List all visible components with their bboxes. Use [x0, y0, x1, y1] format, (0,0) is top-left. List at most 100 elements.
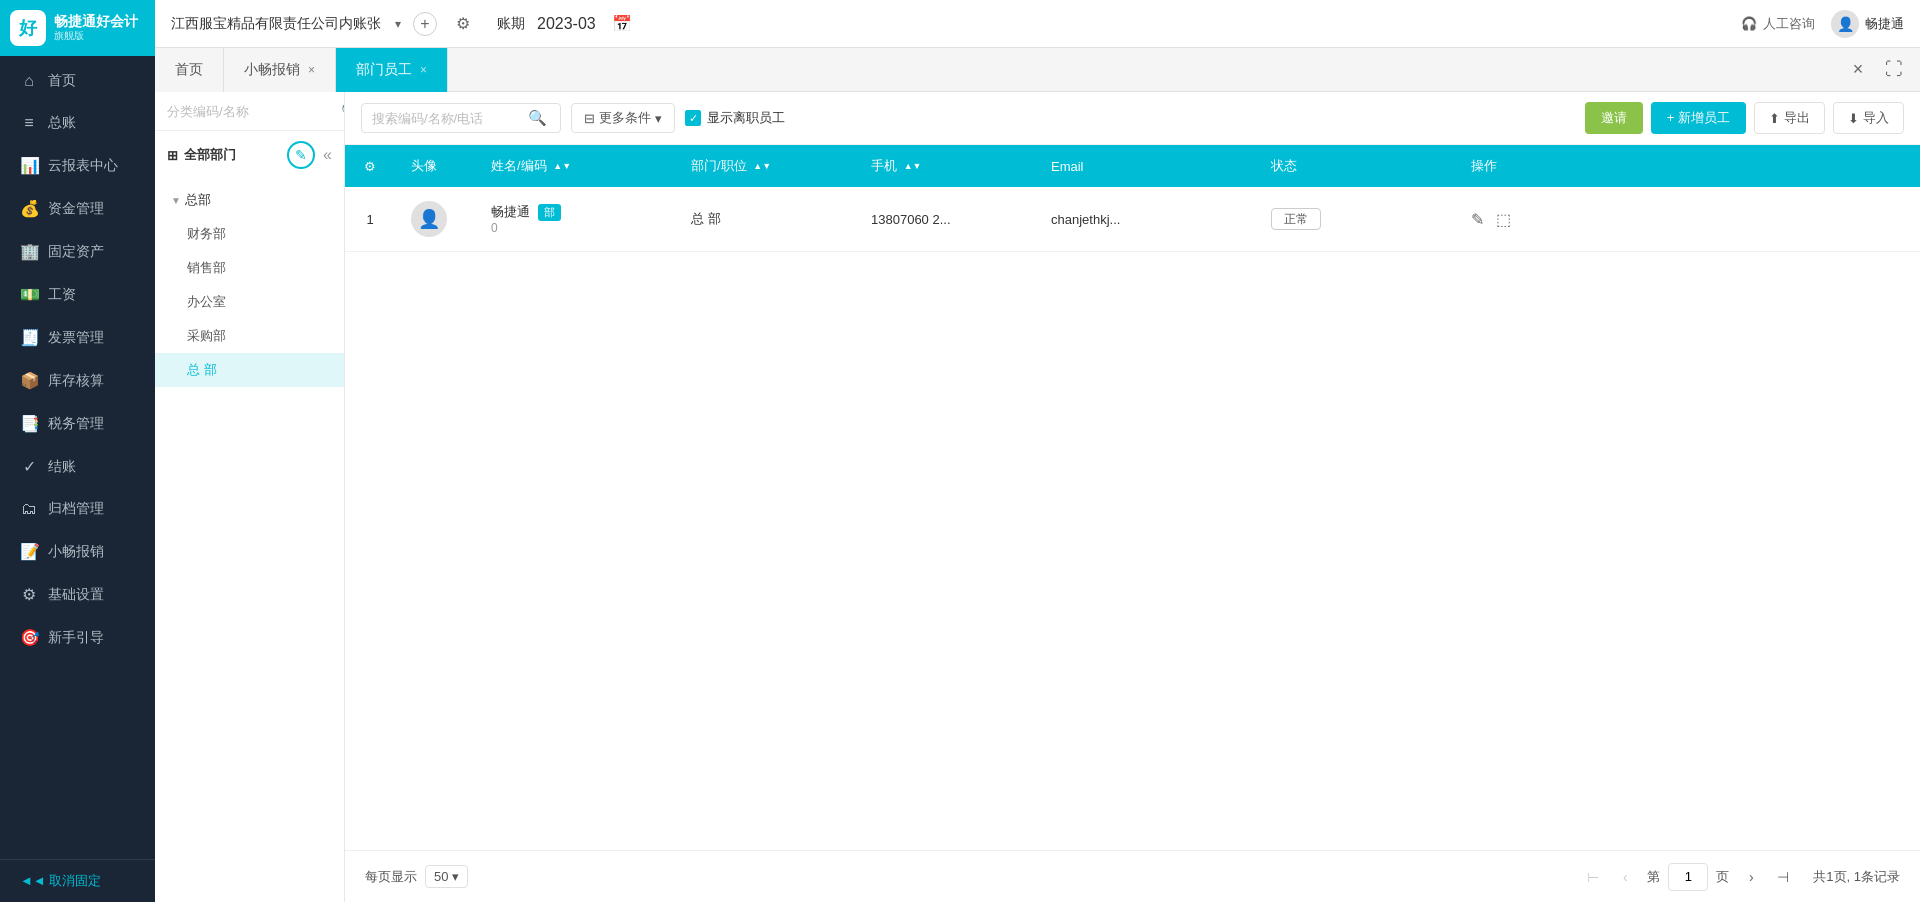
company-name: 江西服宝精品有限责任公司内账张	[171, 15, 381, 33]
dept-collapse-icon[interactable]: «	[323, 146, 332, 164]
row-index: 1	[345, 187, 395, 252]
per-page-chevron-icon: ▾	[452, 869, 459, 884]
sidebar-logo: 好 畅捷通好会计 旗舰版	[0, 0, 155, 56]
tabs-right-actions: × ⛶	[1844, 56, 1920, 84]
page-next-button[interactable]: ›	[1737, 863, 1765, 891]
header-right: 🎧 人工咨询 👤 畅捷通	[1741, 10, 1904, 38]
dept-item-label-4: 采购部	[187, 328, 226, 343]
tab-dept-emp-close-icon[interactable]: ×	[420, 63, 427, 77]
sidebar-item-invoice[interactable]: 🧾 发票管理	[0, 316, 155, 359]
import-label: 导入	[1863, 109, 1889, 127]
dept-item-office[interactable]: 办公室	[155, 285, 344, 319]
tab-expense[interactable]: 小畅报销 ×	[224, 48, 336, 92]
sidebar-item-archive[interactable]: 🗂 归档管理	[0, 488, 155, 530]
sidebar-label-reports: 云报表中心	[48, 157, 118, 175]
top-header: 江西服宝精品有限责任公司内账张 ▾ + ⚙ 账期 2023-03 📅 🎧 人工咨…	[155, 0, 1920, 48]
header-settings-icon[interactable]: ⚙	[449, 10, 477, 38]
sidebar-item-funds[interactable]: 💰 资金管理	[0, 187, 155, 230]
sidebar-item-assets[interactable]: 🏢 固定资产	[0, 230, 155, 273]
sidebar-item-salary[interactable]: 💵 工资	[0, 273, 155, 316]
add-company-button[interactable]: +	[413, 12, 437, 36]
col-dept[interactable]: 部门/职位 ▲▼	[675, 145, 855, 187]
emp-table: ⚙ 头像 姓名/编码 ▲▼ 部门/职位 ▲▼	[345, 145, 1920, 252]
emp-search-input[interactable]	[372, 111, 522, 126]
dept-item-parent[interactable]: ▼ 总部	[155, 183, 344, 217]
add-employee-button[interactable]: + 新增员工	[1651, 102, 1746, 134]
dept-item-purchase[interactable]: 采购部	[155, 319, 344, 353]
dept-search-input[interactable]	[167, 104, 335, 119]
page-total: 共1页, 1条记录	[1813, 868, 1900, 886]
tab-home-label: 首页	[175, 61, 203, 79]
sidebar-item-ledger[interactable]: ≡ 总账	[0, 102, 155, 144]
sidebar-item-guide[interactable]: 🎯 新手引导	[0, 616, 155, 659]
col-actions: 操作	[1455, 145, 1920, 187]
sidebar-item-settings[interactable]: ⚙ 基础设置	[0, 573, 155, 616]
col-phone[interactable]: 手机 ▲▼	[855, 145, 1035, 187]
sidebar-item-reports[interactable]: 📊 云报表中心	[0, 144, 155, 187]
sidebar-label-tax: 税务管理	[48, 415, 104, 433]
page-prev-button[interactable]: ‹	[1611, 863, 1639, 891]
col-name[interactable]: 姓名/编码 ▲▼	[475, 145, 675, 187]
more-filter-button[interactable]: ⊟ 更多条件 ▾	[571, 103, 675, 133]
emp-status-badge-0: 正常	[1271, 208, 1321, 230]
tab-close-all-button[interactable]: ×	[1844, 56, 1872, 84]
emp-toolbar: 🔍 ⊟ 更多条件 ▾ ✓ 显示离职员工 邀请 + 新增员工 ⬆ 导出	[345, 92, 1920, 145]
sidebar-item-close[interactable]: ✓ 结账	[0, 445, 155, 488]
sidebar-item-expense[interactable]: 📝 小畅报销	[0, 530, 155, 573]
settings-icon: ⚙	[20, 585, 38, 604]
dept-grid-icon: ⊞	[167, 148, 178, 163]
company-dropdown-icon[interactable]: ▾	[395, 17, 401, 31]
sidebar-label-inventory: 库存核算	[48, 372, 104, 390]
archive-icon: 🗂	[20, 500, 38, 518]
per-page-select[interactable]: 50 ▾	[425, 865, 468, 888]
dept-item-sales[interactable]: 销售部	[155, 251, 344, 285]
table-header-row: ⚙ 头像 姓名/编码 ▲▼ 部门/职位 ▲▼	[345, 145, 1920, 187]
logo-text-group: 畅捷通好会计 旗舰版	[54, 13, 138, 44]
sidebar-label-guide: 新手引导	[48, 629, 104, 647]
emp-name-wrap: 畅捷通 部	[491, 203, 659, 221]
export-label: 导出	[1784, 109, 1810, 127]
dept-item-finance[interactable]: 财务部	[155, 217, 344, 251]
show-resigned-checkbox[interactable]: ✓	[685, 110, 701, 126]
page-first-button[interactable]: ⊢	[1579, 863, 1607, 891]
import-icon: ⬇	[1848, 111, 1859, 126]
all-dept-label[interactable]: 全部部门	[184, 146, 236, 164]
sidebar-unpin-button[interactable]: ◄◄ 取消固定	[0, 859, 155, 902]
logo-sub-label: 旗舰版	[54, 29, 138, 43]
calendar-icon[interactable]: 📅	[612, 14, 632, 33]
col-status: 状态	[1255, 145, 1455, 187]
dept-item-label-1: 财务部	[187, 226, 226, 241]
col-email-label: Email	[1051, 159, 1084, 174]
dept-item-label-2: 销售部	[187, 260, 226, 275]
invoice-icon: 🧾	[20, 328, 38, 347]
logo-app-name: 畅捷通好会计	[54, 13, 138, 30]
export-button[interactable]: ⬆ 导出	[1754, 102, 1825, 134]
toolbar-right: 邀请 + 新增员工 ⬆ 导出 ⬇ 导入	[1585, 102, 1904, 134]
dept-item-general[interactable]: 总 部	[155, 353, 344, 387]
emp-search-icon[interactable]: 🔍	[528, 109, 547, 127]
show-resigned-toggle[interactable]: ✓ 显示离职员工	[685, 109, 785, 127]
funds-icon: 💰	[20, 199, 38, 218]
tax-icon: 📑	[20, 414, 38, 433]
emp-delete-button-0[interactable]: ⬚	[1496, 210, 1511, 229]
user-menu[interactable]: 👤 畅捷通	[1831, 10, 1904, 38]
tab-expense-close-icon[interactable]: ×	[308, 63, 315, 77]
page-last-button[interactable]: ⊣	[1769, 863, 1797, 891]
page-input[interactable]	[1668, 863, 1708, 891]
support-button[interactable]: 🎧 人工咨询	[1741, 15, 1815, 33]
tab-home[interactable]: 首页	[155, 48, 224, 92]
tab-expand-button[interactable]: ⛶	[1880, 56, 1908, 84]
sidebar-item-inventory[interactable]: 📦 库存核算	[0, 359, 155, 402]
col-settings[interactable]: ⚙	[345, 145, 395, 187]
tab-dept-emp[interactable]: 部门员工 ×	[336, 48, 448, 92]
sidebar-item-tax[interactable]: 📑 税务管理	[0, 402, 155, 445]
invite-button[interactable]: 邀请	[1585, 102, 1643, 134]
sidebar-item-home[interactable]: ⌂ 首页	[0, 60, 155, 102]
import-button[interactable]: ⬇ 导入	[1833, 102, 1904, 134]
content-area: 🔍 ⊞ 全部部门 ✎ « ▼ 总部 财务部	[155, 92, 1920, 902]
emp-avatar-0: 👤	[411, 201, 447, 237]
dept-edit-button[interactable]: ✎	[287, 141, 315, 169]
right-panel: 🔍 ⊟ 更多条件 ▾ ✓ 显示离职员工 邀请 + 新增员工 ⬆ 导出	[345, 92, 1920, 902]
sidebar-label-ledger: 总账	[48, 114, 76, 132]
emp-edit-button-0[interactable]: ✎	[1471, 210, 1484, 229]
